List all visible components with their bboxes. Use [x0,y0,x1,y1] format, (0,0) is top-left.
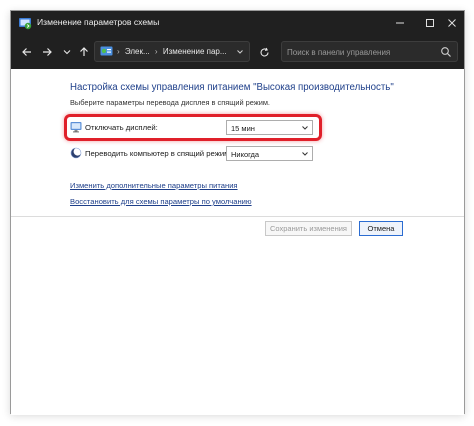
main-content: Настройка схемы управления питанием "Выс… [11,69,464,415]
search-icon [441,47,451,57]
moon-icon [70,147,82,159]
title-bar: Изменение параметров схемы [11,11,464,35]
search-box[interactable] [281,41,458,62]
save-changes-button[interactable]: Сохранить изменения [265,221,352,236]
close-icon [448,19,456,27]
cancel-button[interactable]: Отмена [359,221,403,236]
page-description: Выберите параметры перевода дисплея в сп… [70,98,270,107]
breadcrumb-item-power[interactable]: Элек... [125,47,150,56]
control-panel-window: Изменение параметров схемы › Элек... › И… [10,10,465,415]
search-input[interactable] [287,45,437,59]
breadcrumb-separator: › [154,47,158,56]
recent-locations-button[interactable] [59,44,75,60]
window-title: Изменение параметров схемы [37,17,160,27]
restore-defaults-link[interactable]: Восстановить для схемы параметры по умол… [70,197,252,206]
chevron-down-icon [302,152,308,156]
chevron-down-icon [237,50,243,54]
breadcrumb: › Элек... › Изменение пар... [117,47,227,56]
close-button[interactable] [438,11,466,35]
arrow-up-icon [80,47,88,56]
divider [11,216,464,217]
minimize-icon [396,22,404,24]
back-button[interactable] [19,44,35,60]
control-panel-icon [100,46,113,56]
navigation-bar: › Элек... › Изменение пар... [11,35,464,69]
select-value: Никогда [231,150,260,159]
refresh-button[interactable] [256,44,272,60]
forward-button[interactable] [39,44,55,60]
highlight-annotation [64,114,322,141]
setting-label: Переводить компьютер в спящий режим: [85,149,232,158]
page-title: Настройка схемы управления питанием "Выс… [70,82,394,93]
arrow-right-icon [43,48,52,56]
advanced-power-settings-link[interactable]: Изменить дополнительные параметры питани… [70,181,238,190]
up-button[interactable] [76,44,92,60]
maximize-icon [426,19,434,27]
power-options-icon [19,18,32,30]
refresh-icon [259,47,269,57]
sleep-select[interactable]: Никогда [226,146,313,161]
breadcrumb-separator: › [117,47,120,56]
arrow-left-icon [22,48,31,56]
minimize-button[interactable] [384,11,416,35]
chevron-down-icon [63,50,71,55]
breadcrumb-item-edit-plan[interactable]: Изменение пар... [163,47,227,56]
address-dropdown-button[interactable] [234,46,246,58]
address-bar[interactable]: › Элек... › Изменение пар... [94,41,250,62]
